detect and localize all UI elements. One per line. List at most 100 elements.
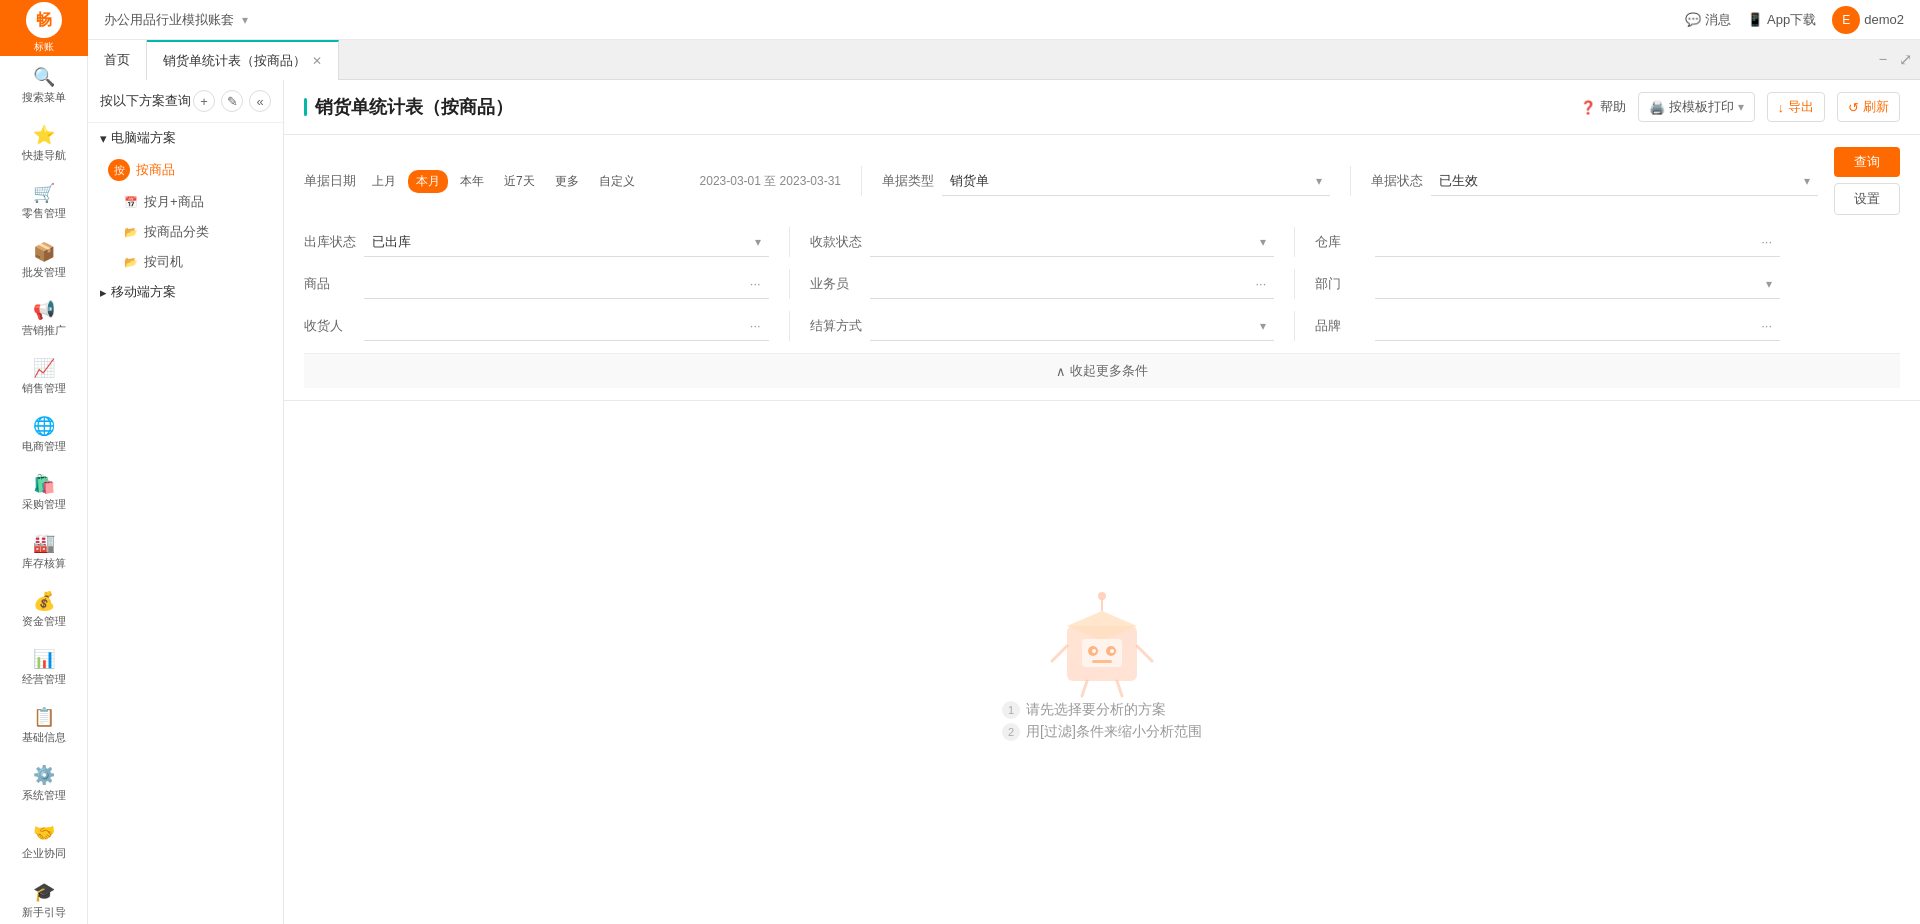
date-tab-7days[interactable]: 近7天 <box>496 170 543 193</box>
tree-item-by-month-goods[interactable]: 📅 按月+商品 <box>88 187 283 217</box>
add-scheme-btn[interactable]: + <box>193 90 215 112</box>
sidebar-label-ecommerce: 电商管理 <box>22 440 66 453</box>
sidebar-item-enterprise-coop[interactable]: 🤝 企业协同 <box>0 812 87 870</box>
doc-type-select[interactable]: 销货单 ▾ <box>942 166 1330 196</box>
tab-minimize-icon[interactable]: － <box>1875 49 1891 70</box>
filter-cell-doc-status: 单据状态 已生效 ▾ <box>1371 166 1819 196</box>
refresh-btn[interactable]: ↺ 刷新 <box>1837 92 1900 122</box>
tree-section-mobile-label: 移动端方案 <box>111 283 176 301</box>
step-item-1: 1 请先选择要分析的方案 <box>1002 701 1202 719</box>
sidebar-item-wholesale-mgmt[interactable]: 📦 批发管理 <box>0 231 87 289</box>
sidebar-item-marketing[interactable]: 📢 营销推广 <box>0 289 87 347</box>
brand-input[interactable]: ··· <box>1375 311 1780 341</box>
filter-cell-department: 部门 ▾ <box>1315 269 1780 299</box>
sidebar-item-search-menu[interactable]: 🔍 搜索菜单 <box>0 56 87 114</box>
date-tab-this-year[interactable]: 本年 <box>452 170 492 193</box>
left-panel-actions: + ✎ « <box>193 90 271 112</box>
date-tab-this-month[interactable]: 本月 <box>408 170 448 193</box>
settings-button[interactable]: 设置 <box>1834 183 1900 215</box>
page-title-row: 销货单统计表（按商品） ❓ 帮助 🖨️ 按模板打印 ▾ <box>304 92 1900 122</box>
industry-dropdown-arrow[interactable]: ▾ <box>242 13 248 27</box>
consignee-ellipsis[interactable]: ··· <box>750 318 761 333</box>
filter-cell-brand: 品牌 ··· <box>1315 311 1780 341</box>
sidebar-icon-operations: 📊 <box>33 648 55 670</box>
date-tab-last-month[interactable]: 上月 <box>364 170 404 193</box>
tab-maximize-icon[interactable]: ⤢ <box>1899 50 1912 69</box>
sidebar-item-operations[interactable]: 📊 经营管理 <box>0 638 87 696</box>
sidebar-item-quick-nav[interactable]: ⭐ 快捷导航 <box>0 114 87 172</box>
sidebar-item-retail-mgmt[interactable]: 🛒 零售管理 <box>0 172 87 230</box>
collapse-panel-btn[interactable]: « <box>249 90 271 112</box>
edit-scheme-btn[interactable]: ✎ <box>221 90 243 112</box>
salesperson-ellipsis[interactable]: ··· <box>1256 276 1267 291</box>
tree-section-desktop[interactable]: ▾ 电脑端方案 <box>88 123 283 153</box>
sidebar-item-finance[interactable]: 💰 资金管理 <box>0 580 87 638</box>
tree-expand-icon: ▾ <box>100 131 107 146</box>
export-btn[interactable]: ↓ 导出 <box>1767 92 1826 122</box>
sidebar-item-system[interactable]: ⚙️ 系统管理 <box>0 754 87 812</box>
by-goods-category-icon: 📂 <box>124 226 138 239</box>
goods-ellipsis[interactable]: ··· <box>750 276 761 291</box>
tab-sales-stats-label: 销货单统计表（按商品） <box>163 52 306 70</box>
brand-ellipsis[interactable]: ··· <box>1761 318 1772 333</box>
out-status-select[interactable]: 已出库 ▾ <box>364 227 769 257</box>
consignee-input[interactable]: ··· <box>364 311 769 341</box>
date-tab-custom[interactable]: 自定义 <box>591 170 643 193</box>
page-title: 销货单统计表（按商品） <box>315 95 513 119</box>
sidebar-icon-quick-nav: ⭐ <box>33 124 55 146</box>
warehouse-input[interactable]: ··· <box>1375 227 1780 257</box>
doc-type-value: 销货单 <box>950 172 989 190</box>
tab-home[interactable]: 首页 <box>88 40 147 80</box>
message-btn[interactable]: 💬 消息 <box>1685 11 1731 29</box>
date-tab-more[interactable]: 更多 <box>547 170 587 193</box>
sidebar-item-sales-mgmt[interactable]: 📈 销售管理 <box>0 347 87 405</box>
message-label: 消息 <box>1705 11 1731 29</box>
warehouse-ellipsis[interactable]: ··· <box>1761 234 1772 249</box>
tab-sales-stats[interactable]: 销货单统计表（按商品） ✕ <box>147 40 339 80</box>
tab-close-icon[interactable]: ✕ <box>312 54 322 68</box>
empty-steps: 1 请先选择要分析的方案 2 用[过滤]条件来缩小分析范围 <box>1002 701 1202 745</box>
help-btn[interactable]: ❓ 帮助 <box>1580 98 1626 116</box>
collapse-bar[interactable]: ∧ 收起更多条件 <box>304 353 1900 388</box>
sidebar-item-purchase-mgmt[interactable]: 🛍️ 采购管理 <box>0 463 87 521</box>
department-arrow: ▾ <box>1766 277 1772 291</box>
tree-item-by-goods[interactable]: 按 按商品 <box>88 153 283 187</box>
app-logo: 畅 标账 <box>0 0 88 56</box>
tree-item-by-month-goods-label: 按月+商品 <box>144 193 204 211</box>
logo-icon: 畅 <box>26 2 62 38</box>
tree-item-by-cashier[interactable]: 📂 按司机 <box>88 247 283 277</box>
logo-text: 标账 <box>34 40 54 54</box>
sidebar-item-ecommerce[interactable]: 🌐 电商管理 <box>0 405 87 463</box>
department-select[interactable]: ▾ <box>1375 269 1780 299</box>
tree-section-label: 电脑端方案 <box>111 129 176 147</box>
out-status-label: 出库状态 <box>304 233 364 251</box>
sidebar-label-enterprise-coop: 企业协同 <box>22 847 66 860</box>
receipt-status-select[interactable]: ▾ <box>870 227 1275 257</box>
sidebar-label-newbie: 新手引导 <box>22 906 66 919</box>
tree-section-mobile[interactable]: ▸ 移动端方案 <box>88 277 283 307</box>
query-button[interactable]: 查询 <box>1834 147 1900 177</box>
sidebar-item-inventory[interactable]: 🏭 库存核算 <box>0 522 87 580</box>
settlement-select[interactable]: ▾ <box>870 311 1275 341</box>
sidebar-item-basic-info[interactable]: 📋 基础信息 <box>0 696 87 754</box>
step-1-text: 请先选择要分析的方案 <box>1026 701 1166 719</box>
template-print-btn[interactable]: 🖨️ 按模板打印 ▾ <box>1638 92 1755 122</box>
template-print-label: 按模板打印 <box>1669 98 1734 116</box>
consignee-label: 收货人 <box>304 317 364 335</box>
empty-illustration <box>1042 581 1162 701</box>
sidebar-item-newbie[interactable]: 🎓 新手引导 <box>0 871 87 924</box>
app-download-btn[interactable]: 📱 App下载 <box>1747 11 1816 29</box>
page-header: 销货单统计表（按商品） ❓ 帮助 🖨️ 按模板打印 ▾ <box>284 80 1920 135</box>
user-menu[interactable]: E demo2 <box>1832 6 1904 34</box>
doc-status-select[interactable]: 已生效 ▾ <box>1431 166 1819 196</box>
sidebar-icon-purchase-mgmt: 🛍️ <box>33 473 55 495</box>
filter-cell-goods: 商品 ··· <box>304 269 769 299</box>
divider-6 <box>1294 269 1295 299</box>
by-cashier-icon: 📂 <box>124 256 138 269</box>
goods-input[interactable]: ··· <box>364 269 769 299</box>
industry-label: 办公用品行业模拟账套 <box>104 11 234 29</box>
salesperson-input[interactable]: ··· <box>870 269 1275 299</box>
by-month-goods-icon: 📅 <box>124 196 138 209</box>
tree-mobile-expand-icon: ▸ <box>100 285 107 300</box>
tree-item-by-goods-category[interactable]: 📂 按商品分类 <box>88 217 283 247</box>
